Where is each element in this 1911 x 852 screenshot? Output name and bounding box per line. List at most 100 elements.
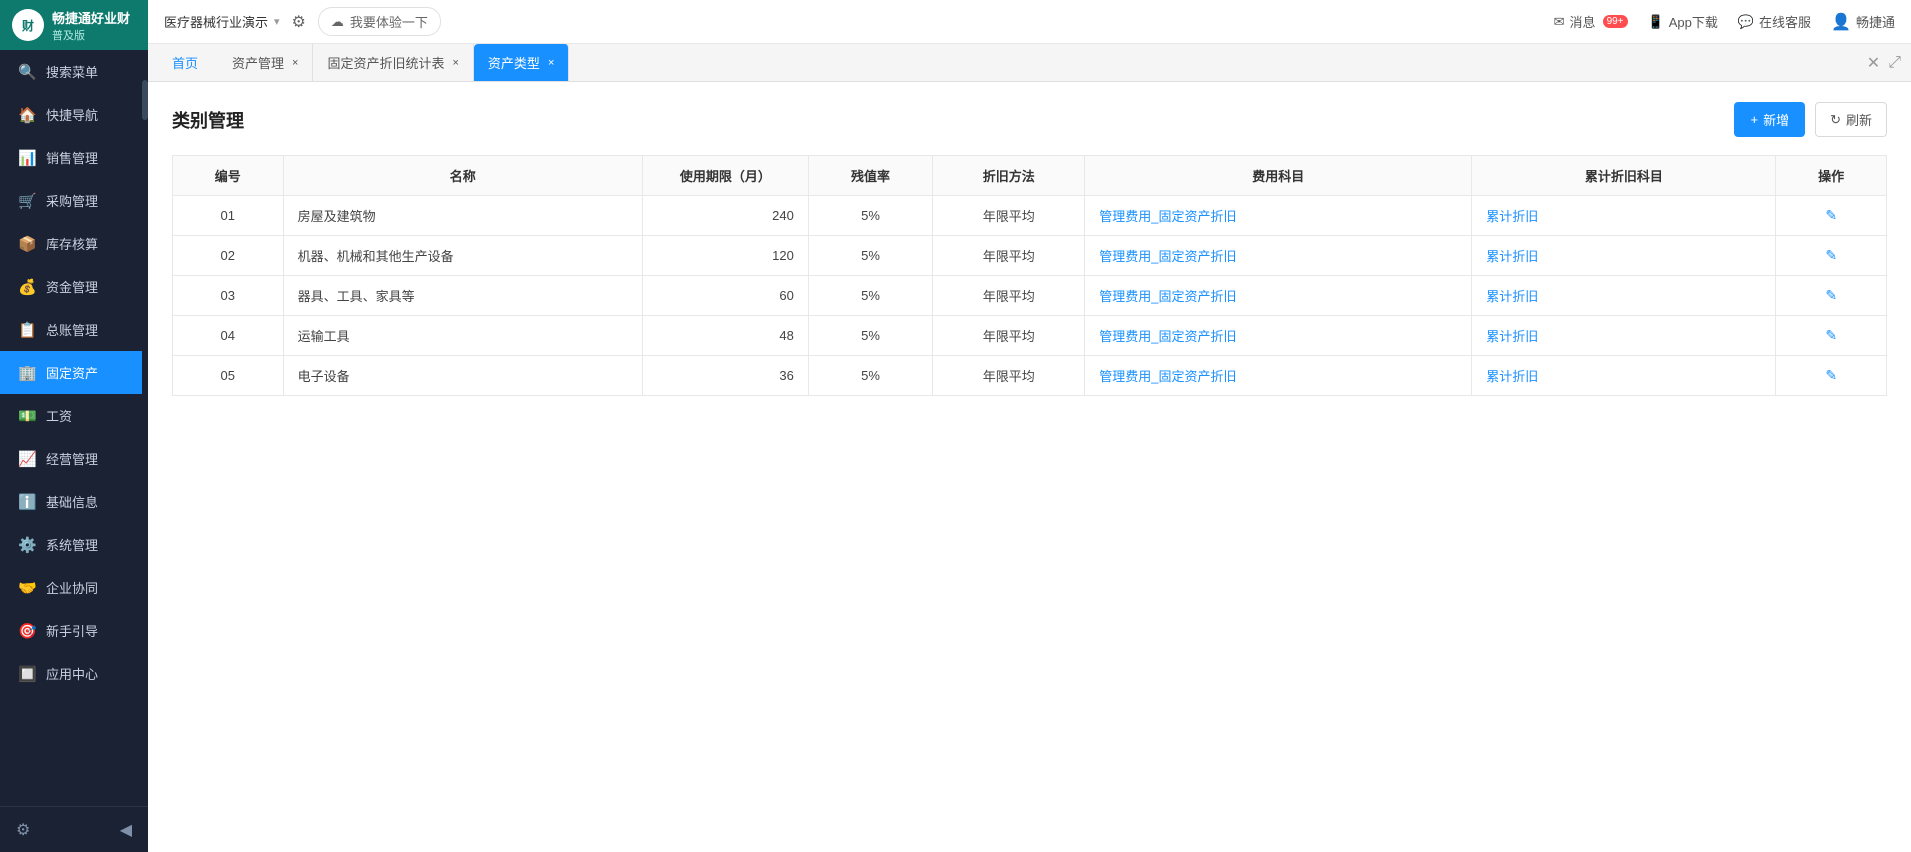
cell-name-3: 运输工具 [283,316,642,356]
messages-button[interactable]: ✉ 消息 99+ [1554,12,1628,31]
sidebar-label-system: 系统管理 [46,535,98,554]
sidebar-label-basic: 基础信息 [46,492,98,511]
cell-expense-3: 管理费用_固定资产折旧 [1085,316,1472,356]
cell-expense-4: 管理费用_固定资产折旧 [1085,356,1472,396]
cell-expense-2: 管理费用_固定资产折旧 [1085,276,1472,316]
table-row: 04 运输工具 48 5% 年限平均 管理费用_固定资产折旧 累计折旧 ✎ [173,316,1887,356]
sidebar-item-quicknav[interactable]: 🏠快捷导航 [0,93,148,136]
operations-icon: 📈 [18,450,36,468]
sidebar-label-quicknav: 快捷导航 [46,105,98,124]
cell-period-0: 240 [642,196,808,236]
cell-edit-1[interactable]: ✎ [1776,236,1887,276]
tab-home[interactable]: 首页 [158,44,218,81]
tab-depreciation[interactable]: 固定资产折旧统计表 × [313,44,473,81]
topbar: 医疗器械行业演示 ▾ ⚙ ☁ 我要体验一下 ✉ 消息 99+ 📱 App下载 💬… [148,0,1911,44]
settings-footer-icon[interactable]: ⚙ [16,820,30,840]
sidebar-item-inventory[interactable]: 📦 库存核算 [0,222,148,265]
inventory-icon: 📦 [18,235,36,253]
search-icon: 🔍 [18,63,36,81]
window-controls: ✕ ⤢ [1867,53,1901,73]
close-window-icon[interactable]: ✕ [1867,53,1880,73]
sidebar-item-fixed[interactable]: 🏢固定资产 [0,351,148,394]
sidebar-label-operations: 经营管理 [46,449,98,468]
logo-sub: 普及版 [52,27,130,43]
sidebar-item-collab[interactable]: 🤝企业协同 [0,566,148,609]
cell-period-3: 48 [642,316,808,356]
sidebar: 财 畅捷通好业财 普及版 🔍搜索菜单🏠快捷导航📊销售管理🛒采购管理 📦 库存核算 💰资… [0,0,148,852]
cell-residual-1: 5% [808,236,932,276]
sidebar-item-operations[interactable]: 📈 经营管理 [0,437,148,480]
data-table: 编号名称使用期限（月）残值率折旧方法费用科目累计折旧科目操作 01 房屋及建筑物… [172,155,1887,396]
sidebar-item-purchase[interactable]: 🛒采购管理 [0,179,148,222]
main-area: 医疗器械行业演示 ▾ ⚙ ☁ 我要体验一下 ✉ 消息 99+ 📱 App下载 💬… [148,0,1911,852]
message-badge: 99+ [1603,15,1628,28]
table-row: 02 机器、机械和其他生产设备 120 5% 年限平均 管理费用_固定资产折旧 … [173,236,1887,276]
tab-label-asset-mgmt: 资产管理 [232,53,284,72]
sidebar-item-funds[interactable]: 💰资金管理 [0,265,148,308]
cell-expense-0: 管理费用_固定资产折旧 [1085,196,1472,236]
sidebar-label-inventory: 库存核算 [46,234,98,253]
sidebar-item-guide[interactable]: 🎯新手引导 [0,609,148,652]
sidebar-item-basic[interactable]: ℹ️ 基础信息 [0,480,148,523]
sidebar-item-ledger[interactable]: 📋总账管理 [0,308,148,351]
cell-period-4: 36 [642,356,808,396]
cell-residual-0: 5% [808,196,932,236]
basic-icon: ℹ️ [18,493,36,511]
tab-label-home: 首页 [172,53,198,72]
company-chevron-icon: ▾ [274,15,280,28]
tab-close-asset-mgmt[interactable]: × [292,57,298,69]
toggle-sidebar-icon[interactable]: ◀ [120,820,132,840]
sidebar-item-sales[interactable]: 📊销售管理 [0,136,148,179]
sidebar-label-guide: 新手引导 [46,621,98,640]
salary-icon: 💵 [18,407,36,425]
new-button[interactable]: + 新增 [1734,102,1805,137]
experience-button[interactable]: ☁ 我要体验一下 [318,7,441,36]
cell-name-4: 电子设备 [283,356,642,396]
tab-close-asset-type[interactable]: × [548,57,554,69]
logo-text: 畅捷通好业财 [52,8,130,27]
tab-label-depreciation: 固定资产折旧统计表 [327,53,444,72]
tabbar: 首页资产管理×固定资产折旧统计表×资产类型× ✕ ⤢ [148,44,1911,82]
cell-edit-2[interactable]: ✎ [1776,276,1887,316]
app-download-label: App下载 [1669,12,1718,31]
support-button[interactable]: 💬 在线客服 [1738,12,1811,31]
tab-close-depreciation[interactable]: × [452,57,458,69]
cell-method-0: 年限平均 [933,196,1085,236]
sidebar-item-appcenter[interactable]: 🔲应用中心 [0,652,148,695]
messages-label: 消息 [1570,12,1596,31]
plus-icon: + [1750,112,1758,127]
sidebar-label-purchase: 采购管理 [46,191,98,210]
cell-accu-1: 累计折旧 [1472,236,1776,276]
topbar-settings-icon[interactable]: ⚙ [292,12,306,32]
cell-residual-2: 5% [808,276,932,316]
cell-edit-3[interactable]: ✎ [1776,316,1887,356]
refresh-button[interactable]: ↻ 刷新 [1815,102,1887,137]
cell-edit-0[interactable]: ✎ [1776,196,1887,236]
app-download-button[interactable]: 📱 App下载 [1648,12,1718,31]
message-icon: ✉ [1554,14,1565,30]
cell-code-1: 02 [173,236,284,276]
logo-icon: 财 [12,9,44,41]
system-icon: ⚙️ [18,536,36,554]
content-area: 类别管理 + 新增 ↻ 刷新 编号名称使用期限（月）残值率折旧方法费用科目累计折… [148,82,1911,852]
sidebar-label-funds: 资金管理 [46,277,98,296]
support-label: 在线客服 [1759,12,1811,31]
user-button[interactable]: 👤 畅捷通 [1831,12,1895,32]
tab-asset-type[interactable]: 资产类型× [474,44,569,81]
table-body: 01 房屋及建筑物 240 5% 年限平均 管理费用_固定资产折旧 累计折旧 ✎… [173,196,1887,396]
cell-residual-3: 5% [808,316,932,356]
tab-asset-mgmt[interactable]: 资产管理 × [218,44,313,81]
cell-name-1: 机器、机械和其他生产设备 [283,236,642,276]
company-selector[interactable]: 医疗器械行业演示 ▾ [164,12,280,31]
sidebar-item-search[interactable]: 🔍搜索菜单 [0,50,148,93]
sidebar-item-salary[interactable]: 💵工资 [0,394,148,437]
cell-code-0: 01 [173,196,284,236]
cell-edit-4[interactable]: ✎ [1776,356,1887,396]
sidebar-label-ledger: 总账管理 [46,320,98,339]
sidebar-item-system[interactable]: ⚙️ 系统管理 [0,523,148,566]
expand-window-icon[interactable]: ⤢ [1888,54,1901,72]
topbar-right: ✉ 消息 99+ 📱 App下载 💬 在线客服 👤 畅捷通 [1554,12,1895,32]
table-header: 编号名称使用期限（月）残值率折旧方法费用科目累计折旧科目操作 [173,156,1887,196]
sales-icon: 📊 [18,149,36,167]
cell-name-0: 房屋及建筑物 [283,196,642,236]
